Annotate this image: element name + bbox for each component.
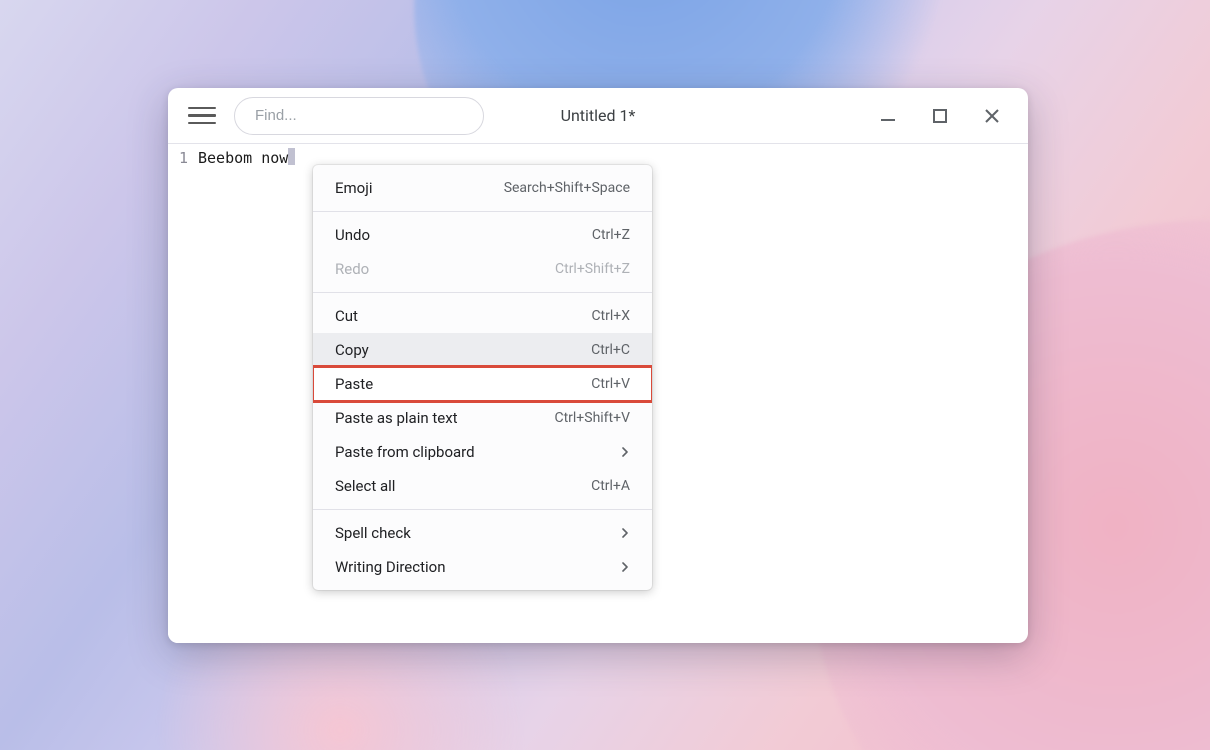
text-cursor: [288, 148, 295, 165]
chevron-right-icon: [620, 562, 630, 572]
menu-item-paste-clipboard[interactable]: Paste from clipboard: [313, 435, 652, 469]
chevron-right-icon: [620, 447, 630, 457]
menu-item-label: Spell check: [335, 524, 411, 542]
menu-item-label: Select all: [335, 477, 395, 495]
find-input[interactable]: [234, 97, 484, 135]
maximize-button[interactable]: [930, 106, 950, 126]
window-title: Untitled 1*: [561, 106, 636, 125]
menu-item-writing-direction[interactable]: Writing Direction: [313, 550, 652, 584]
menu-icon[interactable]: [188, 102, 216, 130]
menu-item-paste[interactable]: Paste Ctrl+V: [313, 367, 652, 401]
minimize-button[interactable]: [878, 106, 898, 126]
chevron-right-icon: [620, 528, 630, 538]
menu-item-label: Paste as plain text: [335, 409, 458, 427]
menu-item-label: Paste from clipboard: [335, 443, 475, 461]
line-number: 1: [168, 148, 188, 168]
menu-item-label: Paste: [335, 375, 373, 393]
menu-item-shortcut: Search+Shift+Space: [504, 180, 630, 196]
context-menu[interactable]: Emoji Search+Shift+Space Undo Ctrl+Z Redo Ctr…: [313, 165, 652, 590]
toolbar: Untitled 1*: [168, 88, 1028, 143]
menu-item-shortcut: Ctrl+Shift+V: [554, 410, 630, 426]
close-button[interactable]: [982, 106, 1002, 126]
editor-text: Beebom now: [198, 149, 288, 167]
menu-item-shortcut: Ctrl+V: [591, 376, 630, 392]
menu-item-shortcut: Ctrl+X: [591, 308, 630, 324]
line-number-gutter: 1: [168, 144, 192, 643]
menu-item-shortcut: Ctrl+Z: [592, 227, 630, 243]
menu-item-cut[interactable]: Cut Ctrl+X: [313, 299, 652, 333]
menu-item-label: Undo: [335, 226, 370, 244]
menu-item-undo[interactable]: Undo Ctrl+Z: [313, 218, 652, 252]
menu-item-emoji[interactable]: Emoji Search+Shift+Space: [313, 171, 652, 205]
menu-item-spell-check[interactable]: Spell check: [313, 516, 652, 550]
menu-item-label: Emoji: [335, 179, 372, 197]
menu-item-copy[interactable]: Copy Ctrl+C: [313, 333, 652, 367]
menu-item-shortcut: Ctrl+A: [591, 478, 630, 494]
menu-item-select-all[interactable]: Select all Ctrl+A: [313, 469, 652, 503]
menu-item-shortcut: Ctrl+C: [591, 342, 630, 358]
menu-item-label: Cut: [335, 307, 358, 325]
menu-item-label: Redo: [335, 260, 369, 278]
menu-item-shortcut: Ctrl+Shift+Z: [555, 261, 630, 277]
menu-item-paste-plain[interactable]: Paste as plain text Ctrl+Shift+V: [313, 401, 652, 435]
menu-item-redo: Redo Ctrl+Shift+Z: [313, 252, 652, 286]
menu-item-label: Copy: [335, 341, 369, 359]
menu-item-label: Writing Direction: [335, 558, 446, 576]
